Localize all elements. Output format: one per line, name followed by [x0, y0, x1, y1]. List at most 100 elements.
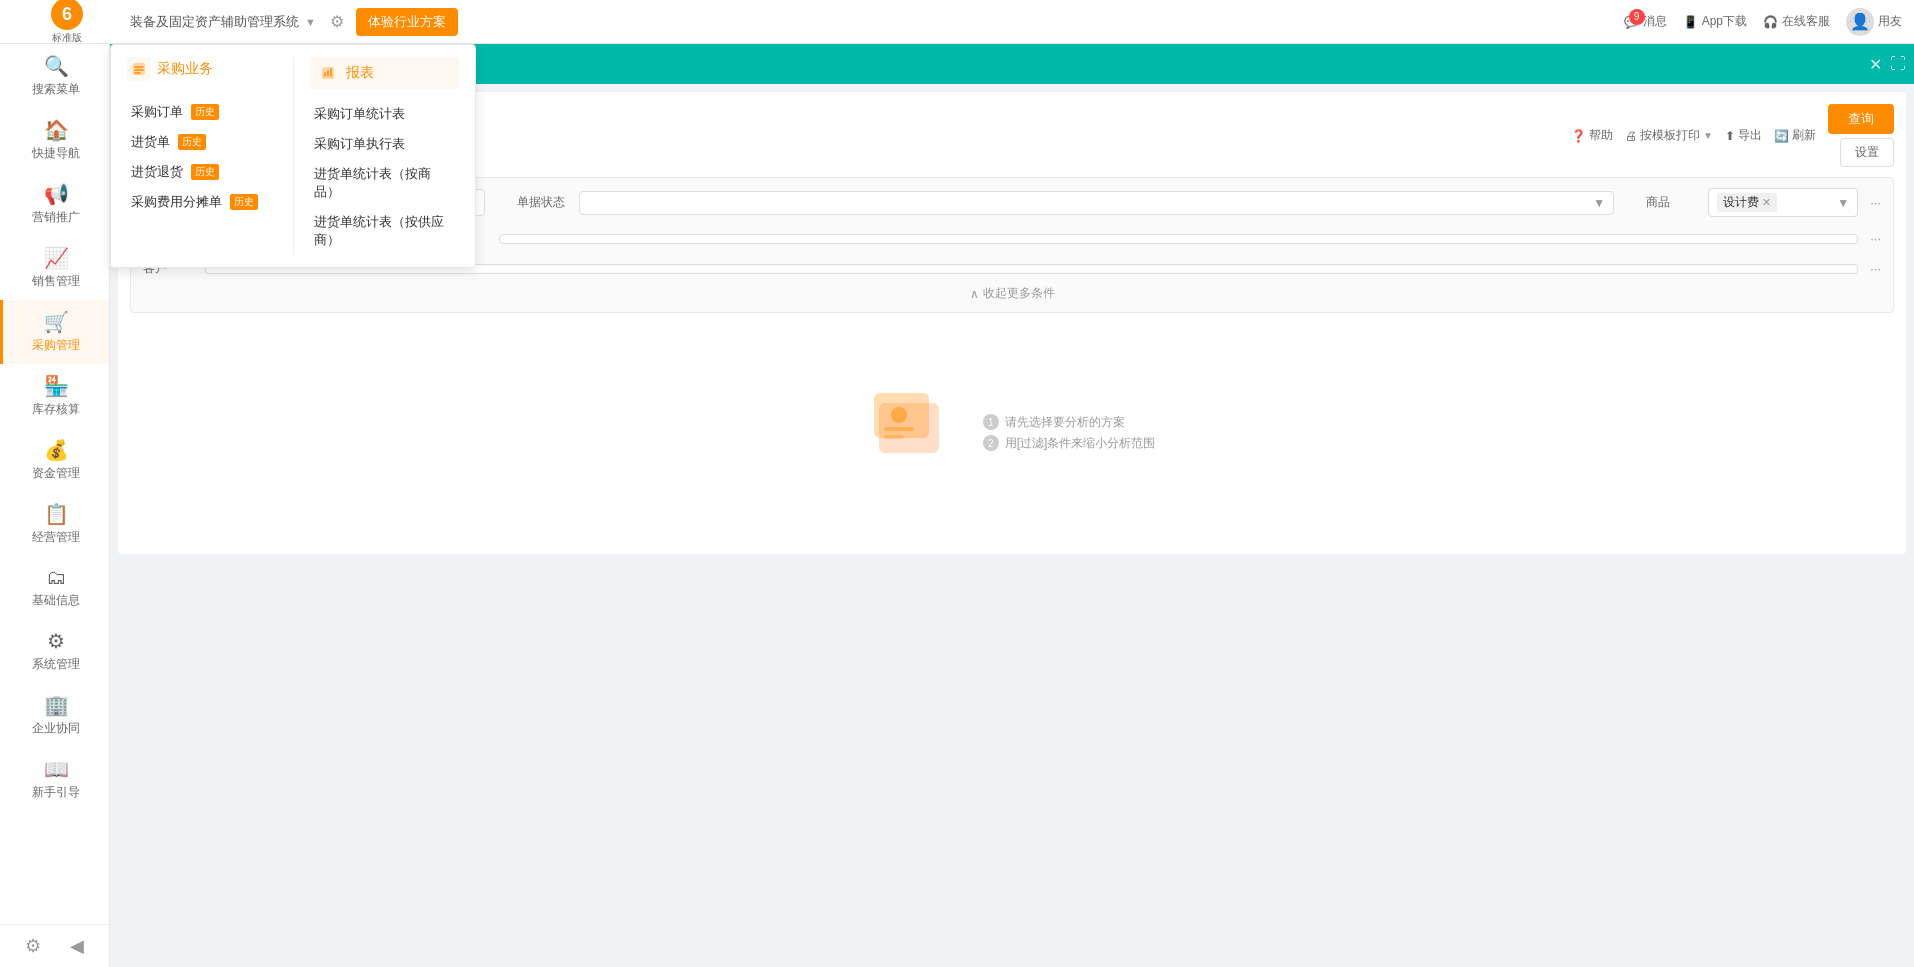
headset-icon: 🎧 — [1763, 15, 1778, 29]
sidebar-label-guide: 新手引导 — [32, 784, 80, 801]
set-button[interactable]: 设置 — [1840, 138, 1894, 167]
tab-close-all-icon[interactable]: ✕ — [1869, 55, 1882, 74]
empty-hint: 1 请先选择要分析的方案 2 用[过滤]条件来缩小分析范围 — [983, 414, 1156, 452]
dropdown-item-purchase-order[interactable]: 采购订单 历史 — [127, 97, 277, 127]
goods-label: 商品 — [1646, 194, 1696, 211]
incoming-label: 进货单 — [131, 133, 170, 151]
system-icon: ⚙ — [47, 629, 65, 653]
status-control[interactable]: ▼ — [579, 191, 1614, 215]
expense-history-badge: 历史 — [230, 194, 258, 210]
top-header: 6 标准版 装备及固定资产辅助管理系统 ▼ ⚙ 体验行业方案 💬 9 消息 📱 … — [0, 0, 1914, 44]
sidebar-item-operation[interactable]: 📋 经营管理 — [0, 492, 109, 556]
sidebar-item-system[interactable]: ⚙ 系统管理 — [0, 619, 109, 683]
dropdown-item-return[interactable]: 进货退货 历史 — [127, 157, 277, 187]
sidebar-collapse-icon[interactable]: ◀ — [70, 935, 84, 957]
order-exec-label: 采购订单执行表 — [314, 135, 405, 153]
user-action[interactable]: 👤 用友 — [1846, 8, 1902, 36]
help-label: 帮助 — [1589, 127, 1613, 144]
refresh-action[interactable]: 🔄 刷新 — [1774, 127, 1816, 144]
sidebar-label-system: 系统管理 — [32, 656, 80, 673]
operation-icon: 📋 — [44, 502, 69, 526]
app-download-action[interactable]: 📱 App下载 — [1683, 13, 1747, 30]
customer-more-dots[interactable]: ··· — [1870, 261, 1881, 276]
refresh-icon: 🔄 — [1774, 129, 1789, 143]
user-label: 用友 — [1878, 13, 1902, 30]
header-right: 💬 9 消息 📱 App下载 🎧 在线客服 👤 用友 — [1624, 8, 1902, 36]
collapse-arrow-icon: ∧ — [970, 287, 979, 301]
sidebar-item-enterprise[interactable]: 🏢 企业协同 — [0, 683, 109, 747]
sidebar-label-purchase: 采购管理 — [32, 337, 80, 354]
incoming-history-badge: 历史 — [178, 134, 206, 150]
goods-control[interactable]: 设计费 ✕ ▼ — [1708, 188, 1858, 217]
goods-more-dots[interactable]: ··· — [1870, 195, 1881, 210]
online-service-action[interactable]: 🎧 在线客服 — [1763, 13, 1830, 30]
settings-icon[interactable]: ⚙ — [330, 12, 344, 31]
goods-tag: 设计费 ✕ — [1717, 193, 1777, 212]
status-dropdown-icon: ▼ — [1593, 196, 1605, 210]
return-label: 进货退货 — [131, 163, 183, 181]
purchase-business-title: 采购业务 — [157, 60, 213, 78]
dropdown-item-order-stats[interactable]: 采购订单统计表 — [310, 99, 460, 129]
system-title-text: 装备及固定资产辅助管理系统 — [130, 13, 299, 31]
search-icon: 🔍 — [44, 54, 69, 78]
print-dropdown-icon: ▼ — [1703, 130, 1713, 141]
sidebar-settings-icon[interactable]: ⚙ — [25, 935, 41, 957]
report-header-icon — [316, 61, 340, 85]
dropdown-item-incoming[interactable]: 进货单 历史 — [127, 127, 277, 157]
industry-btn[interactable]: 体验行业方案 — [356, 8, 458, 36]
sidebar-label-finance: 资金管理 — [32, 465, 80, 482]
empty-illustration — [869, 383, 959, 463]
salesman-more-dots[interactable]: ··· — [1870, 231, 1881, 246]
export-action[interactable]: ⬆ 导出 — [1725, 127, 1762, 144]
sidebar-item-basic[interactable]: 🗂 基础信息 — [0, 556, 109, 619]
dropdown-item-expense[interactable]: 采购费用分摊单 历史 — [127, 187, 277, 217]
sidebar-item-purchase[interactable]: 🛒 采购管理 — [0, 300, 109, 364]
print-icon: 🖨 — [1625, 129, 1637, 143]
sidebar-item-search[interactable]: 🔍 搜索菜单 — [0, 44, 109, 108]
query-button[interactable]: 查询 — [1828, 104, 1894, 134]
sidebar-item-guide[interactable]: 📖 新手引导 — [0, 747, 109, 811]
sidebar-bottom: ⚙ ◀ — [0, 924, 109, 967]
sidebar-item-sales[interactable]: 📈 销售管理 — [0, 236, 109, 300]
system-title-area: 装备及固定资产辅助管理系统 ▼ ⚙ — [130, 12, 344, 31]
goods-dropdown-icon: ▼ — [1837, 196, 1849, 210]
online-service-label: 在线客服 — [1782, 13, 1830, 30]
purchase-icon: 🛒 — [44, 310, 69, 334]
print-action[interactable]: 🖨 按模板打印 ▼ — [1625, 127, 1713, 144]
dropdown-item-incoming-by-supplier[interactable]: 进货单统计表（按供应商） — [310, 207, 460, 255]
sidebar-item-quick-nav[interactable]: 🏠 快捷导航 — [0, 108, 109, 172]
collapse-text: 收起更多条件 — [983, 285, 1055, 302]
collapse-row[interactable]: ∧ 收起更多条件 — [143, 285, 1881, 302]
system-dropdown-arrow[interactable]: ▼ — [305, 16, 316, 28]
purchase-order-history-badge: 历史 — [191, 104, 219, 120]
tab-expand-icon[interactable]: ⛶ — [1890, 55, 1906, 74]
svg-rect-3 — [884, 427, 914, 431]
expense-label: 采购费用分摊单 — [131, 193, 222, 211]
sidebar-label-basic: 基础信息 — [32, 592, 80, 609]
goods-tag-remove[interactable]: ✕ — [1762, 196, 1771, 209]
salesman-control[interactable] — [499, 234, 1858, 244]
message-label: 消息 — [1643, 13, 1667, 30]
app-download-label: App下载 — [1702, 13, 1747, 30]
refresh-label: 刷新 — [1792, 127, 1816, 144]
sidebar-item-finance[interactable]: 💰 资金管理 — [0, 428, 109, 492]
dropdown-item-order-exec[interactable]: 采购订单执行表 — [310, 129, 460, 159]
sidebar-label-marketing: 营销推广 — [32, 209, 80, 226]
help-action[interactable]: ❓ 帮助 — [1571, 127, 1613, 144]
message-action[interactable]: 💬 9 消息 — [1624, 13, 1667, 30]
report-header: 报表 — [310, 57, 460, 89]
enterprise-icon: 🏢 — [44, 693, 69, 717]
purchase-dropdown-menu: 采购业务 采购订单 历史 进货单 历史 进货退货 历史 采购费用分摊单 历史 报… — [110, 44, 476, 268]
user-avatar: 👤 — [1846, 8, 1874, 36]
help-icon: ❓ — [1571, 129, 1586, 143]
home-icon: 🏠 — [44, 118, 69, 142]
status-label: 单据状态 — [517, 194, 567, 211]
dropdown-item-incoming-by-goods[interactable]: 进货单统计表（按商品） — [310, 159, 460, 207]
sidebar-item-inventory[interactable]: 🏪 库存核算 — [0, 364, 109, 428]
report-title: 报表 — [346, 64, 374, 82]
hint-num-1: 1 — [983, 414, 999, 430]
purchase-header-icon — [127, 57, 151, 81]
sales-icon: 📈 — [44, 246, 69, 270]
finance-icon: 💰 — [44, 438, 69, 462]
sidebar-item-marketing[interactable]: 📢 营销推广 — [0, 172, 109, 236]
